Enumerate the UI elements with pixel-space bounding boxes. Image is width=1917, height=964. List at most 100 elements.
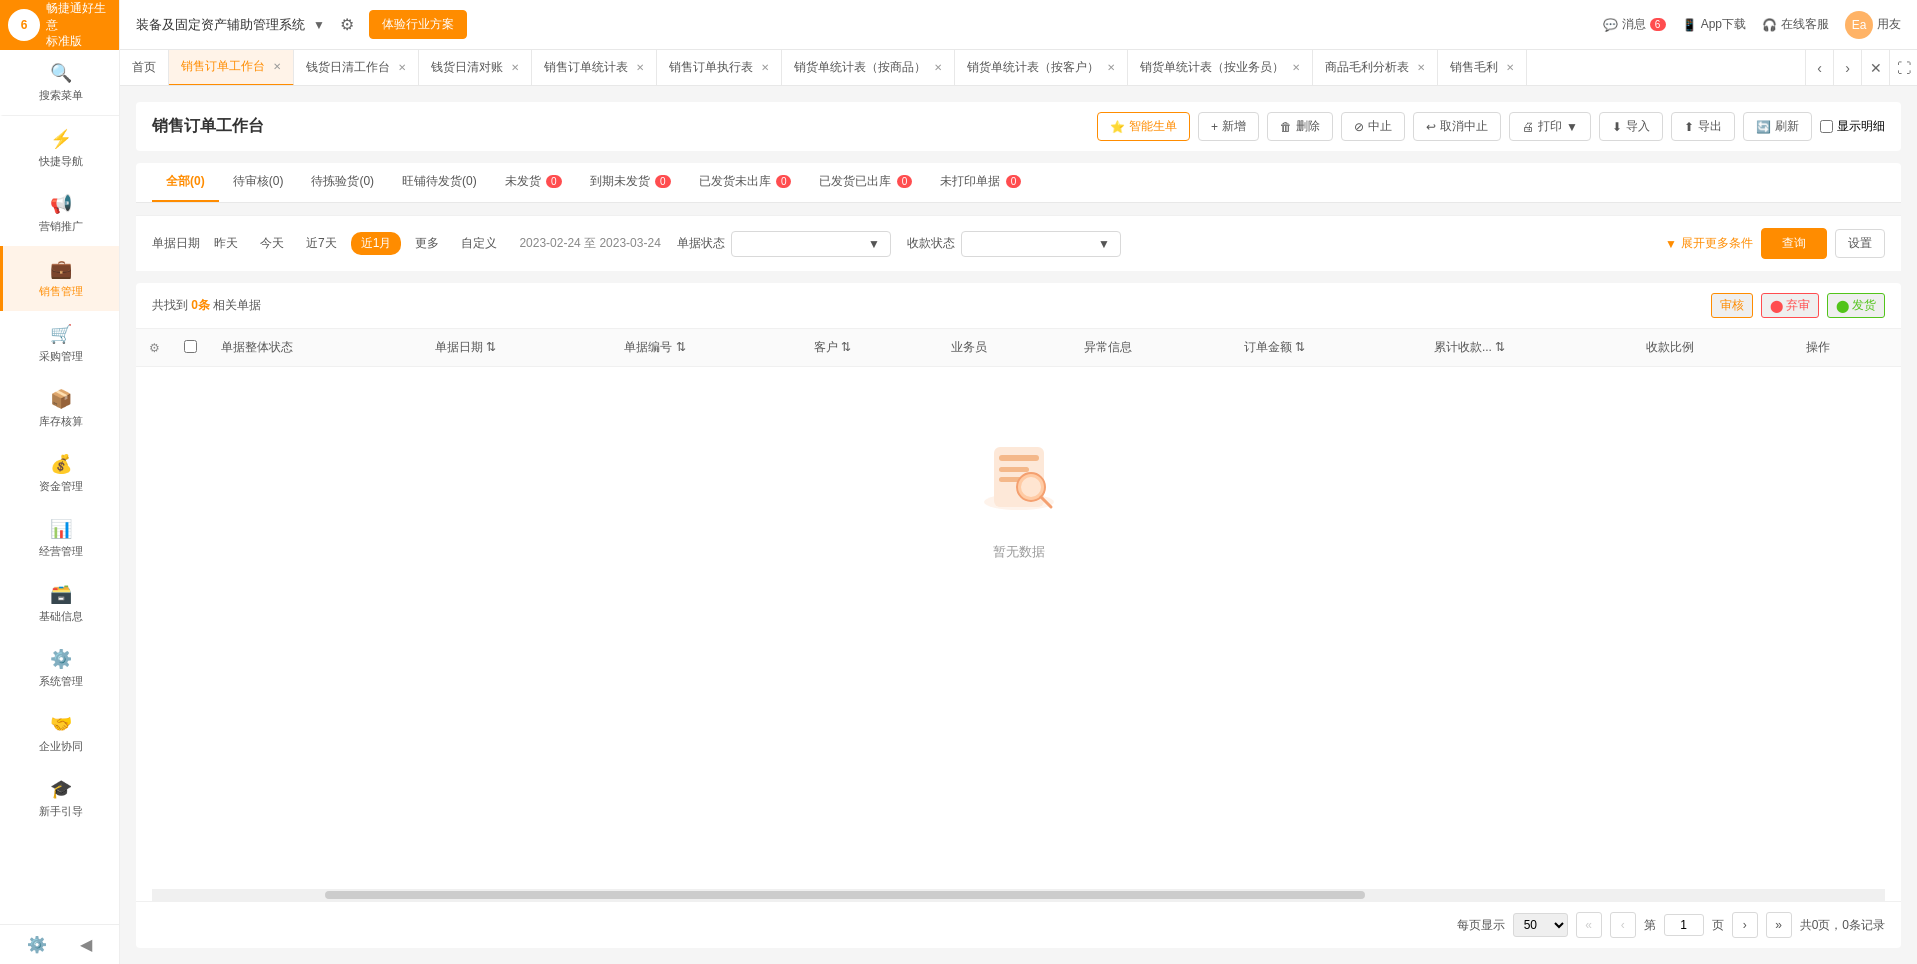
tab-close-goods-salesperson[interactable]: ✕ <box>1292 62 1300 73</box>
system-dropdown-icon[interactable]: ▼ <box>313 18 325 32</box>
tab-close-sales-order[interactable]: ✕ <box>273 61 281 72</box>
filter-tab-all[interactable]: 全部(0) <box>152 163 219 202</box>
th-customer[interactable]: 客户 ⇅ <box>802 329 938 367</box>
expand-conditions-btn[interactable]: ▼ 展开更多条件 <box>1665 235 1753 252</box>
filter-tab-pending-check[interactable]: 待拣验货(0) <box>297 163 388 202</box>
audit-btn[interactable]: 审核 <box>1711 293 1753 318</box>
tab-goods-stat-salesperson[interactable]: 销货单统计表（按业务员） ✕ <box>1128 50 1313 86</box>
sidebar-item-enterprise[interactable]: 🤝 企业协同 <box>0 701 119 766</box>
date-7days[interactable]: 近7天 <box>298 232 345 255</box>
th-checkbox[interactable] <box>172 329 209 367</box>
print-dropdown-icon: ▼ <box>1566 120 1578 134</box>
tab-close-sales-exec[interactable]: ✕ <box>761 62 769 73</box>
date-today[interactable]: 今天 <box>252 232 292 255</box>
sidebar-item-basic[interactable]: 🗃️ 基础信息 <box>0 571 119 636</box>
add-btn[interactable]: + 新增 <box>1198 112 1259 141</box>
horizontal-scrollbar[interactable] <box>152 889 1885 901</box>
sidebar-item-operation[interactable]: 📊 经营管理 <box>0 506 119 571</box>
show-detail-checkbox[interactable] <box>1820 120 1833 133</box>
print-btn[interactable]: 🖨 打印 ▼ <box>1509 112 1591 141</box>
settings-bottom-icon[interactable]: ⚙️ <box>27 935 47 954</box>
th-settings[interactable]: ⚙ <box>136 329 172 367</box>
show-detail-checkbox-label[interactable]: 显示明细 <box>1820 118 1885 135</box>
sidebar-item-purchase[interactable]: 🛒 采购管理 <box>0 311 119 376</box>
online-service-btn[interactable]: 🎧 在线客服 <box>1762 16 1829 33</box>
tab-sales-stat[interactable]: 销售订单统计表 ✕ <box>532 50 657 86</box>
sidebar-item-capital[interactable]: 💰 资金管理 <box>0 441 119 506</box>
tab-sales-exec[interactable]: 销售订单执行表 ✕ <box>657 50 782 86</box>
app-download-btn[interactable]: 📱 App下载 <box>1682 16 1746 33</box>
tab-close-goods-product[interactable]: ✕ <box>934 62 942 73</box>
tab-close-all-btn[interactable]: ✕ <box>1861 50 1889 86</box>
date-1month[interactable]: 近1月 <box>351 232 402 255</box>
select-all-checkbox[interactable] <box>184 340 197 353</box>
tab-sales-order[interactable]: 销售订单工作台 ✕ <box>169 50 294 86</box>
last-page-btn[interactable]: » <box>1766 912 1792 938</box>
filter-tab-pending-audit[interactable]: 待审核(0) <box>219 163 298 202</box>
sidebar-item-guide[interactable]: 🎓 新手引导 <box>0 766 119 831</box>
tab-close-cash-daily[interactable]: ✕ <box>398 62 406 73</box>
sidebar: 6 畅捷通好生意 标准版 🔍 搜索菜单 ⚡ 快捷导航 📢 营销推广 💼 销售管理… <box>0 0 120 964</box>
scrollbar-thumb[interactable] <box>325 891 1365 899</box>
export-btn[interactable]: ⬆ 导出 <box>1671 112 1735 141</box>
message-btn[interactable]: 💬 消息 6 <box>1603 16 1666 33</box>
tab-goods-stat-customer[interactable]: 销货单统计表（按客户） ✕ <box>955 50 1128 86</box>
tab-cash-daily[interactable]: 钱货日清工作台 ✕ <box>294 50 419 86</box>
sidebar-item-sales[interactable]: 💼 销售管理 <box>0 246 119 311</box>
filter-tab-not-shipped[interactable]: 未发货 0 <box>491 163 576 202</box>
user-menu[interactable]: Ea 用友 <box>1845 11 1901 39</box>
filter-tab-not-printed[interactable]: 未打印单据 0 <box>926 163 1035 202</box>
date-filter-label: 单据日期 <box>152 235 200 252</box>
topbar-settings-icon[interactable]: ⚙ <box>333 11 361 39</box>
filter-tabs: 全部(0) 待审核(0) 待拣验货(0) 旺铺待发货(0) 未发货 0 到期未发… <box>136 163 1901 203</box>
sidebar-search[interactable]: 🔍 搜索菜单 <box>0 50 119 116</box>
query-btn[interactable]: 查询 <box>1761 228 1827 259</box>
refresh-btn[interactable]: 🔄 刷新 <box>1743 112 1812 141</box>
th-amount[interactable]: 订单金额 ⇅ <box>1232 329 1422 367</box>
date-more[interactable]: 更多 <box>407 232 447 255</box>
status-select[interactable]: ▼ <box>731 231 891 257</box>
filter-tab-shipped-not-out[interactable]: 已发货未出库 0 <box>685 163 806 202</box>
sidebar-item-quick-nav[interactable]: ⚡ 快捷导航 <box>0 116 119 181</box>
tab-close-goods-customer[interactable]: ✕ <box>1107 62 1115 73</box>
industry-btn[interactable]: 体验行业方案 <box>369 10 467 39</box>
tab-sales-gross[interactable]: 销售毛利 ✕ <box>1438 50 1527 86</box>
payment-select[interactable]: ▼ <box>961 231 1121 257</box>
delete-btn[interactable]: 🗑 删除 <box>1267 112 1333 141</box>
th-date[interactable]: 单据日期 ⇅ <box>423 329 613 367</box>
date-yesterday[interactable]: 昨天 <box>206 232 246 255</box>
filter-settings-btn[interactable]: 设置 <box>1835 229 1885 258</box>
th-received[interactable]: 累计收款... ⇅ <box>1422 329 1634 367</box>
first-page-btn[interactable]: « <box>1576 912 1602 938</box>
tab-home[interactable]: 首页 <box>120 50 169 86</box>
tab-prev-btn[interactable]: ‹ <box>1805 50 1833 86</box>
ai-gen-btn[interactable]: ⭐ 智能生单 <box>1097 112 1190 141</box>
sidebar-item-system[interactable]: ⚙️ 系统管理 <box>0 636 119 701</box>
tab-cash-reconcile[interactable]: 钱货日清对账 ✕ <box>419 50 532 86</box>
filter-tab-shop-pending[interactable]: 旺铺待发货(0) <box>388 163 491 202</box>
date-custom[interactable]: 自定义 <box>453 232 505 255</box>
next-page-btn[interactable]: › <box>1732 912 1758 938</box>
tab-close-gross-analysis[interactable]: ✕ <box>1417 62 1425 73</box>
tab-close-sales-stat[interactable]: ✕ <box>636 62 644 73</box>
tab-close-sales-gross[interactable]: ✕ <box>1506 62 1514 73</box>
sidebar-item-marketing[interactable]: 📢 营销推广 <box>0 181 119 246</box>
collapse-icon[interactable]: ◀ <box>80 935 92 954</box>
filter-tab-shipped-out[interactable]: 已发货已出库 0 <box>805 163 926 202</box>
page-input[interactable] <box>1664 914 1704 936</box>
th-number[interactable]: 单据编号 ⇅ <box>612 329 802 367</box>
stop-btn[interactable]: ⊘ 中止 <box>1341 112 1405 141</box>
prev-page-btn[interactable]: ‹ <box>1610 912 1636 938</box>
tab-gross-analysis[interactable]: 商品毛利分析表 ✕ <box>1313 50 1438 86</box>
tab-goods-stat-product[interactable]: 销货单统计表（按商品） ✕ <box>782 50 955 86</box>
filter-tab-overdue-not-shipped[interactable]: 到期未发货 0 <box>576 163 685 202</box>
per-page-select[interactable]: 50 100 200 <box>1513 913 1568 937</box>
import-btn[interactable]: ⬇ 导入 <box>1599 112 1663 141</box>
tab-next-btn[interactable]: › <box>1833 50 1861 86</box>
tab-close-cash-reconcile[interactable]: ✕ <box>511 62 519 73</box>
sidebar-item-inventory[interactable]: 📦 库存核算 <box>0 376 119 441</box>
cancel-stop-btn[interactable]: ↩ 取消中止 <box>1413 112 1501 141</box>
un-audit-btn[interactable]: ⬤ 弃审 <box>1761 293 1819 318</box>
ship-btn[interactable]: ⬤ 发货 <box>1827 293 1885 318</box>
tab-maximize-btn[interactable]: ⛶ <box>1889 50 1917 86</box>
